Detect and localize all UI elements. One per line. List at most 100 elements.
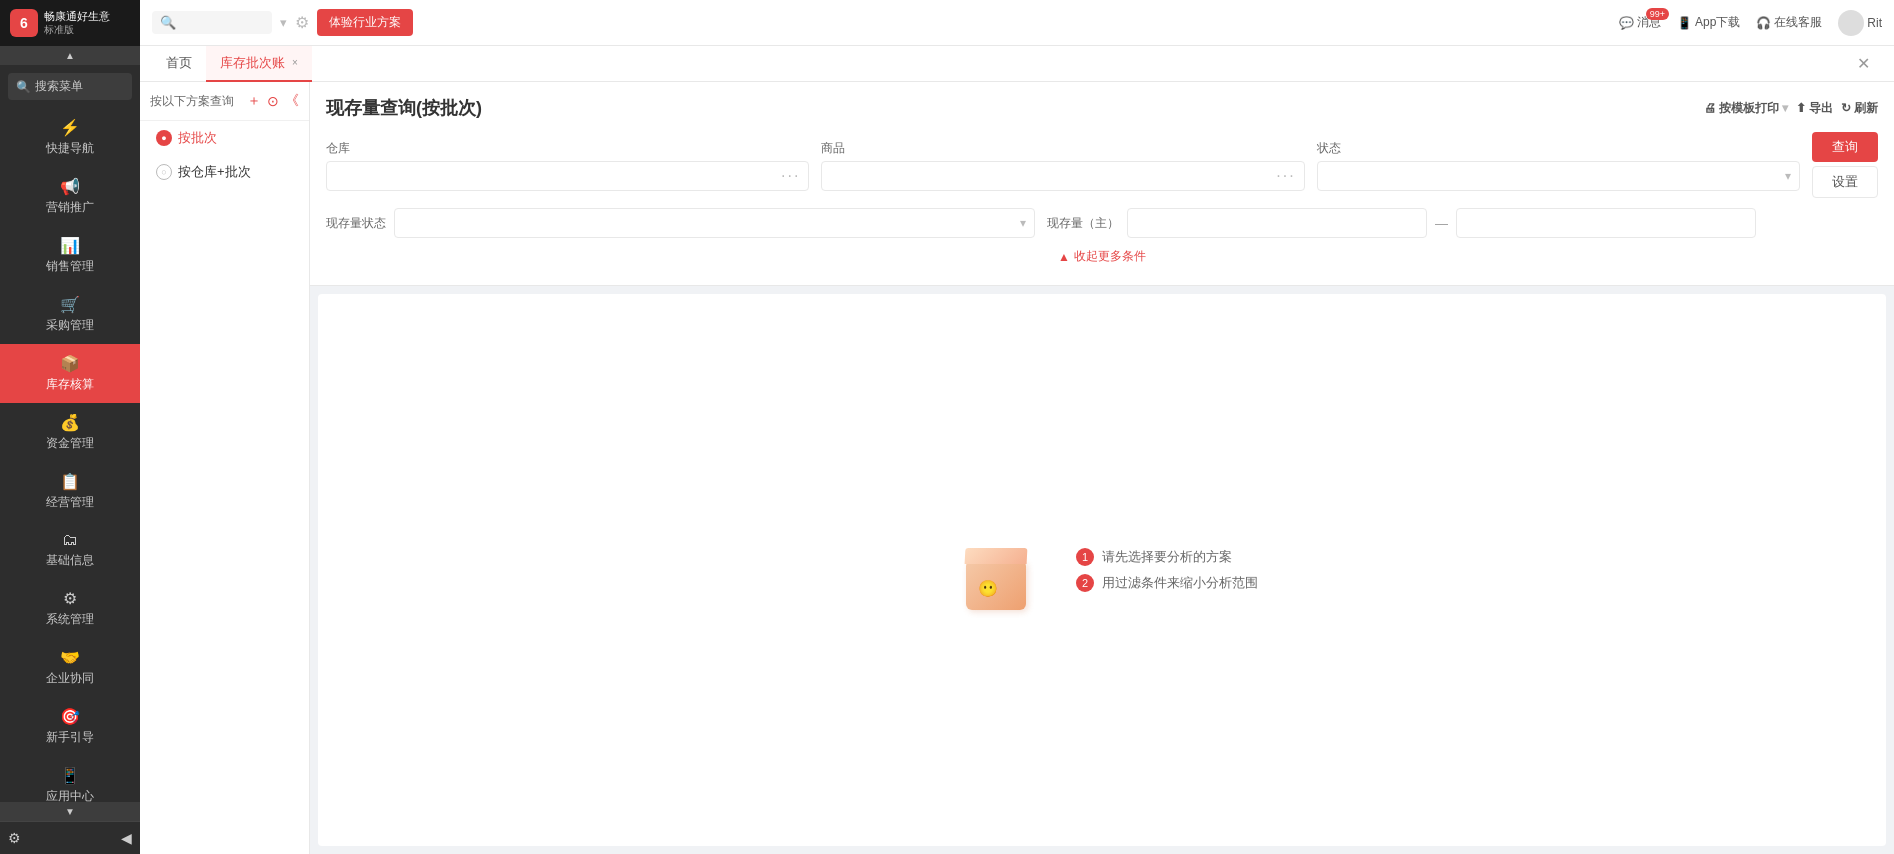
product-input[interactable]: ··· bbox=[821, 161, 1304, 191]
scheme-item-by-warehouse-batch[interactable]: ○ 按仓库+批次 bbox=[140, 155, 309, 189]
sidebar-header: 6 畅康通好生意 标准版 bbox=[0, 0, 140, 46]
empty-hint-1: 1 请先选择要分析的方案 bbox=[1076, 548, 1258, 566]
sidebar-item-newbie[interactable]: 🎯 新手引导 bbox=[0, 697, 140, 756]
purchase-icon: 🛒 bbox=[60, 295, 80, 314]
content-area: 按以下方案查询 ＋ ⊙ 《 ● 按批次 ○ 按仓库+批次 现存量查询( bbox=[140, 82, 1894, 854]
warehouse-filter: 仓库 ··· bbox=[326, 140, 809, 191]
hint-number-2: 2 bbox=[1076, 574, 1094, 592]
trial-button[interactable]: 体验行业方案 bbox=[317, 9, 413, 36]
sidebar: 6 畅康通好生意 标准版 ▲ 🔍 搜索菜单 ⚡ 快捷导航 📢 营销推广 📊 销售… bbox=[0, 0, 140, 854]
operation-icon: 📋 bbox=[60, 472, 80, 491]
sidebar-item-inventory[interactable]: 📦 库存核算 bbox=[0, 344, 140, 403]
scheme-settings-button[interactable]: ⊙ bbox=[267, 93, 279, 109]
empty-state: 😶 1 请先选择要分析的方案 2 用过滤条件来缩小分析范围 bbox=[318, 294, 1886, 846]
right-panel: 现存量查询(按批次) 🖨 按模板打印 ▾ ⬆ 导出 ↻ bbox=[310, 82, 1894, 854]
sidebar-search-area: 🔍 搜索菜单 bbox=[0, 65, 140, 108]
basic-icon: 🗂 bbox=[62, 531, 78, 549]
empty-hint-2: 2 用过滤条件来缩小分析范围 bbox=[1076, 574, 1258, 592]
sidebar-nav: ⚡ 快捷导航 📢 营销推广 📊 销售管理 🛒 采购管理 📦 库存核算 💰 资金管… bbox=[0, 108, 140, 802]
topbar-dropdown-icon[interactable]: ▾ bbox=[280, 15, 287, 30]
page-title: 现存量查询(按批次) 🖨 按模板打印 ▾ ⬆ 导出 ↻ bbox=[326, 96, 1878, 120]
sidebar-scroll-up[interactable]: ▲ bbox=[0, 46, 140, 65]
stock-status-select[interactable]: ▾ bbox=[394, 208, 1035, 238]
sidebar-item-operation[interactable]: 📋 经营管理 bbox=[0, 462, 140, 521]
sidebar-item-enterprise[interactable]: 🤝 企业协同 bbox=[0, 638, 140, 697]
edition-label: 标准版 bbox=[44, 23, 110, 37]
sidebar-item-finance[interactable]: 💰 资金管理 bbox=[0, 403, 140, 462]
collapse-icon: ▲ bbox=[1058, 250, 1070, 264]
query-button[interactable]: 查询 bbox=[1812, 132, 1878, 162]
system-icon: ⚙ bbox=[63, 589, 77, 608]
sidebar-collapse-button[interactable]: ◀ bbox=[121, 830, 132, 846]
topbar: 🔍 ▾ ⚙ 体验行业方案 💬 消息 99+ 📱 App下载 🎧 在线客服 Rit bbox=[140, 0, 1894, 46]
app-download-button[interactable]: 📱 App下载 bbox=[1677, 14, 1740, 31]
print-button[interactable]: 🖨 按模板打印 ▾ bbox=[1704, 100, 1788, 117]
sidebar-item-apps[interactable]: 📱 应用中心 bbox=[0, 756, 140, 802]
hint-number-1: 1 bbox=[1076, 548, 1094, 566]
status-select[interactable]: ▾ bbox=[1317, 161, 1800, 191]
message-icon: 💬 bbox=[1619, 16, 1634, 30]
status-label: 状态 bbox=[1317, 140, 1800, 157]
stock-status-label: 现存量状态 bbox=[326, 215, 386, 232]
scheme-item-by-batch[interactable]: ● 按批次 bbox=[140, 121, 309, 155]
stock-qty-from-input[interactable] bbox=[1127, 208, 1427, 238]
export-button[interactable]: ⬆ 导出 bbox=[1796, 100, 1833, 117]
sidebar-scroll-down[interactable]: ▼ bbox=[0, 802, 140, 821]
warehouse-label: 仓库 bbox=[326, 140, 809, 157]
inactive-scheme-indicator: ○ bbox=[156, 164, 172, 180]
sidebar-settings-button[interactable]: ⚙ bbox=[8, 830, 21, 846]
search-icon: 🔍 bbox=[16, 80, 31, 94]
quick-nav-icon: ⚡ bbox=[60, 118, 80, 137]
stock-status-arrow: ▾ bbox=[1020, 216, 1026, 230]
tab-close-icon[interactable]: × bbox=[292, 57, 298, 68]
empty-hints: 1 请先选择要分析的方案 2 用过滤条件来缩小分析范围 bbox=[1076, 548, 1258, 592]
messages-button[interactable]: 💬 消息 99+ bbox=[1619, 14, 1661, 31]
sales-icon: 📊 bbox=[60, 236, 80, 255]
tab-inventory-batch[interactable]: 库存批次账 × bbox=[206, 46, 312, 82]
app-logo: 6 bbox=[10, 9, 38, 37]
topbar-settings-icon[interactable]: ⚙ bbox=[295, 13, 309, 32]
collapse-panel-button[interactable]: 《 bbox=[285, 92, 299, 110]
print-dropdown-icon[interactable]: ▾ bbox=[1782, 101, 1788, 115]
stock-status-filter: 现存量状态 ▾ bbox=[326, 208, 1035, 238]
tab-panel-close-button[interactable]: ✕ bbox=[1845, 54, 1882, 73]
messages-badge: 99+ bbox=[1646, 8, 1669, 20]
tabs-bar: 首页 库存批次账 × ✕ bbox=[140, 46, 1894, 82]
newbie-icon: 🎯 bbox=[60, 707, 80, 726]
warehouse-more-icon[interactable]: ··· bbox=[781, 167, 800, 185]
sidebar-item-system[interactable]: ⚙ 系统管理 bbox=[0, 579, 140, 638]
refresh-icon: ↻ bbox=[1841, 101, 1851, 115]
sidebar-item-marketing[interactable]: 📢 营销推广 bbox=[0, 167, 140, 226]
sidebar-item-quick-nav[interactable]: ⚡ 快捷导航 bbox=[0, 108, 140, 167]
user-profile-button[interactable]: Rit bbox=[1838, 10, 1882, 36]
status-select-arrow: ▾ bbox=[1785, 169, 1791, 183]
finance-icon: 💰 bbox=[60, 413, 80, 432]
stock-qty-filter: 现存量（主） — bbox=[1047, 208, 1756, 238]
stock-qty-to-input[interactable] bbox=[1456, 208, 1756, 238]
product-filter: 商品 ··· bbox=[821, 140, 1304, 191]
topbar-search-area[interactable]: 🔍 bbox=[152, 11, 272, 34]
collapse-filter-button[interactable]: ▲ 收起更多条件 bbox=[326, 242, 1878, 271]
print-icon: 🖨 bbox=[1704, 101, 1716, 115]
sidebar-item-basic[interactable]: 🗂 基础信息 bbox=[0, 521, 140, 579]
sidebar-search-button[interactable]: 🔍 搜索菜单 bbox=[8, 73, 132, 100]
online-service-button[interactable]: 🎧 在线客服 bbox=[1756, 14, 1822, 31]
status-filter: 状态 ▾ bbox=[1317, 140, 1800, 191]
product-more-icon[interactable]: ··· bbox=[1276, 167, 1295, 185]
qty-range-dash: — bbox=[1435, 216, 1448, 231]
sidebar-item-sales[interactable]: 📊 销售管理 bbox=[0, 226, 140, 285]
export-icon: ⬆ bbox=[1796, 101, 1806, 115]
active-scheme-indicator: ● bbox=[156, 130, 172, 146]
settings-button[interactable]: 设置 bbox=[1812, 166, 1878, 198]
topbar-right: 💬 消息 99+ 📱 App下载 🎧 在线客服 Rit bbox=[1619, 10, 1882, 36]
filter-row-2: 现存量状态 ▾ 现存量（主） — bbox=[326, 208, 1878, 238]
sidebar-item-purchase[interactable]: 🛒 采购管理 bbox=[0, 285, 140, 344]
refresh-button[interactable]: ↻ 刷新 bbox=[1841, 100, 1878, 117]
left-panel: 按以下方案查询 ＋ ⊙ 《 ● 按批次 ○ 按仓库+批次 bbox=[140, 82, 310, 854]
brand-name: 畅康通好生意 bbox=[44, 9, 110, 23]
enterprise-icon: 🤝 bbox=[60, 648, 80, 667]
add-scheme-button[interactable]: ＋ bbox=[247, 92, 261, 110]
warehouse-input[interactable]: ··· bbox=[326, 161, 809, 191]
tab-home[interactable]: 首页 bbox=[152, 46, 206, 82]
topbar-search-input[interactable] bbox=[180, 16, 260, 30]
